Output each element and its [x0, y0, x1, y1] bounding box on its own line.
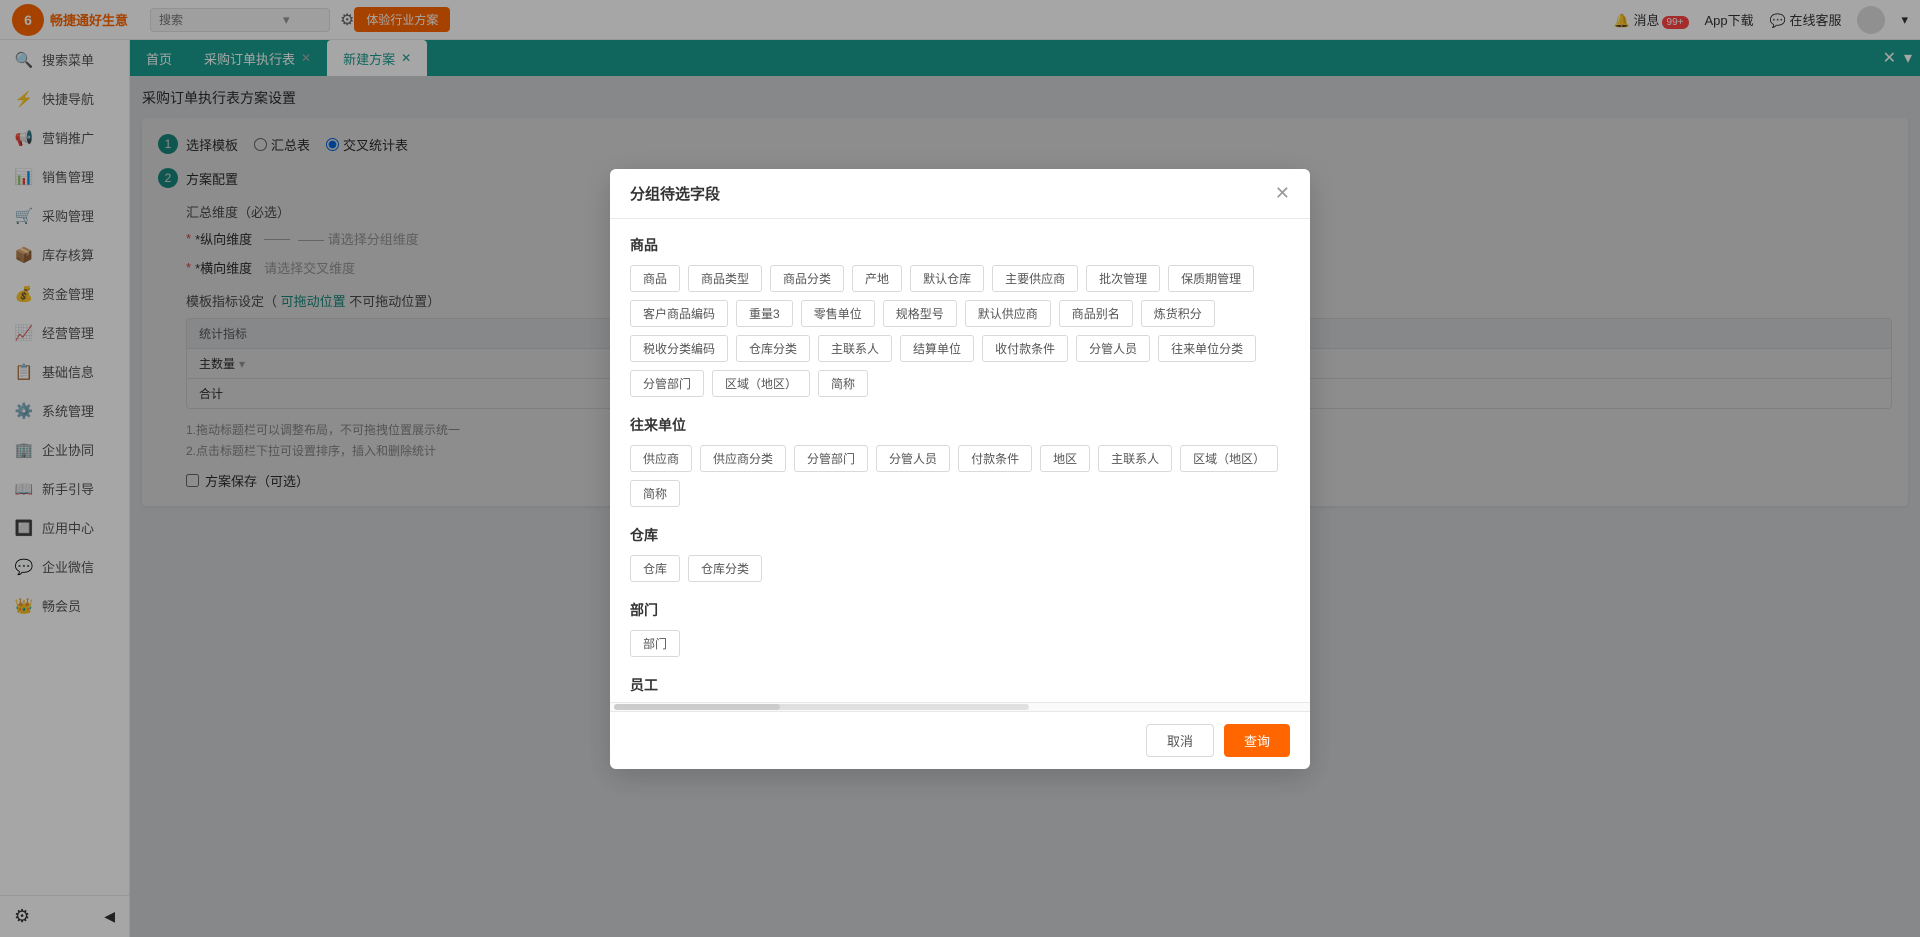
field-tag[interactable]: 重量3 [736, 300, 793, 327]
field-tag[interactable]: 简称 [818, 370, 868, 397]
modal-hscroll[interactable] [610, 702, 1310, 711]
field-tag[interactable]: 产地 [852, 265, 902, 292]
modal-body[interactable]: 商品 商品 商品类型 商品分类 产地 默认仓库 主要供应商 批次管理 保质期管理… [610, 219, 1310, 702]
field-tag[interactable]: 仓库分类 [688, 555, 762, 582]
field-tag[interactable]: 收付款条件 [982, 335, 1068, 362]
section-product-title: 商品 [630, 235, 1290, 255]
field-tag[interactable]: 批次管理 [1086, 265, 1160, 292]
modal-close-icon[interactable]: ✕ [1275, 183, 1290, 204]
modal: 分组待选字段 ✕ 商品 商品 商品类型 商品分类 产地 默认仓库 主要供应商 批… [610, 169, 1310, 769]
section-warehouse-title: 仓库 [630, 525, 1290, 545]
modal-footer: 取消 查询 [610, 711, 1310, 769]
section-product: 商品 商品 商品类型 商品分类 产地 默认仓库 主要供应商 批次管理 保质期管理… [630, 235, 1290, 397]
section-dept: 部门 部门 [630, 600, 1290, 657]
field-tag[interactable]: 区域（地区） [1180, 445, 1278, 472]
field-tag[interactable]: 商品类型 [688, 265, 762, 292]
section-warehouse-tags: 仓库 仓库分类 [630, 555, 1290, 582]
field-tag[interactable]: 简称 [630, 480, 680, 507]
field-tag[interactable]: 分管部门 [794, 445, 868, 472]
field-tag[interactable]: 主联系人 [1098, 445, 1172, 472]
field-tag[interactable]: 分管人员 [1076, 335, 1150, 362]
section-partner: 往来单位 供应商 供应商分类 分管部门 分管人员 付款条件 地区 主联系人 区域… [630, 415, 1290, 507]
section-employee: 员工 业务员 [630, 675, 1290, 702]
section-employee-title: 员工 [630, 675, 1290, 695]
field-tag[interactable]: 往来单位分类 [1158, 335, 1256, 362]
field-tag[interactable]: 规格型号 [883, 300, 957, 327]
field-tag[interactable]: 仓库分类 [736, 335, 810, 362]
modal-overlay: 分组待选字段 ✕ 商品 商品 商品类型 商品分类 产地 默认仓库 主要供应商 批… [0, 0, 1920, 937]
field-tag[interactable]: 商品 [630, 265, 680, 292]
section-partner-tags: 供应商 供应商分类 分管部门 分管人员 付款条件 地区 主联系人 区域（地区） … [630, 445, 1290, 507]
field-tag[interactable]: 默认仓库 [910, 265, 984, 292]
field-tag[interactable]: 付款条件 [958, 445, 1032, 472]
field-tag[interactable]: 部门 [630, 630, 680, 657]
section-dept-tags: 部门 [630, 630, 1290, 657]
field-tag[interactable]: 炼货积分 [1141, 300, 1215, 327]
section-partner-title: 往来单位 [630, 415, 1290, 435]
modal-header: 分组待选字段 ✕ [610, 169, 1310, 219]
modal-confirm-btn[interactable]: 查询 [1224, 724, 1290, 757]
field-tag[interactable]: 主要供应商 [992, 265, 1078, 292]
field-tag[interactable]: 商品分类 [770, 265, 844, 292]
field-tag[interactable]: 默认供应商 [965, 300, 1051, 327]
section-dept-title: 部门 [630, 600, 1290, 620]
field-tag[interactable]: 保质期管理 [1168, 265, 1254, 292]
modal-title: 分组待选字段 [630, 183, 720, 204]
field-tag[interactable]: 结算单位 [900, 335, 974, 362]
field-tag[interactable]: 区域（地区） [712, 370, 810, 397]
field-tag[interactable]: 分管人员 [876, 445, 950, 472]
field-tag[interactable]: 分管部门 [630, 370, 704, 397]
field-tag[interactable]: 仓库 [630, 555, 680, 582]
field-tag[interactable]: 供应商 [630, 445, 692, 472]
field-tag[interactable]: 商品别名 [1059, 300, 1133, 327]
field-tag[interactable]: 税收分类编码 [630, 335, 728, 362]
field-tag[interactable]: 供应商分类 [700, 445, 786, 472]
field-tag[interactable]: 主联系人 [818, 335, 892, 362]
section-warehouse: 仓库 仓库 仓库分类 [630, 525, 1290, 582]
field-tag[interactable]: 零售单位 [801, 300, 875, 327]
section-product-tags: 商品 商品类型 商品分类 产地 默认仓库 主要供应商 批次管理 保质期管理 客户… [630, 265, 1290, 397]
modal-cancel-btn[interactable]: 取消 [1146, 724, 1214, 757]
field-tag[interactable]: 地区 [1040, 445, 1090, 472]
field-tag[interactable]: 客户商品编码 [630, 300, 728, 327]
